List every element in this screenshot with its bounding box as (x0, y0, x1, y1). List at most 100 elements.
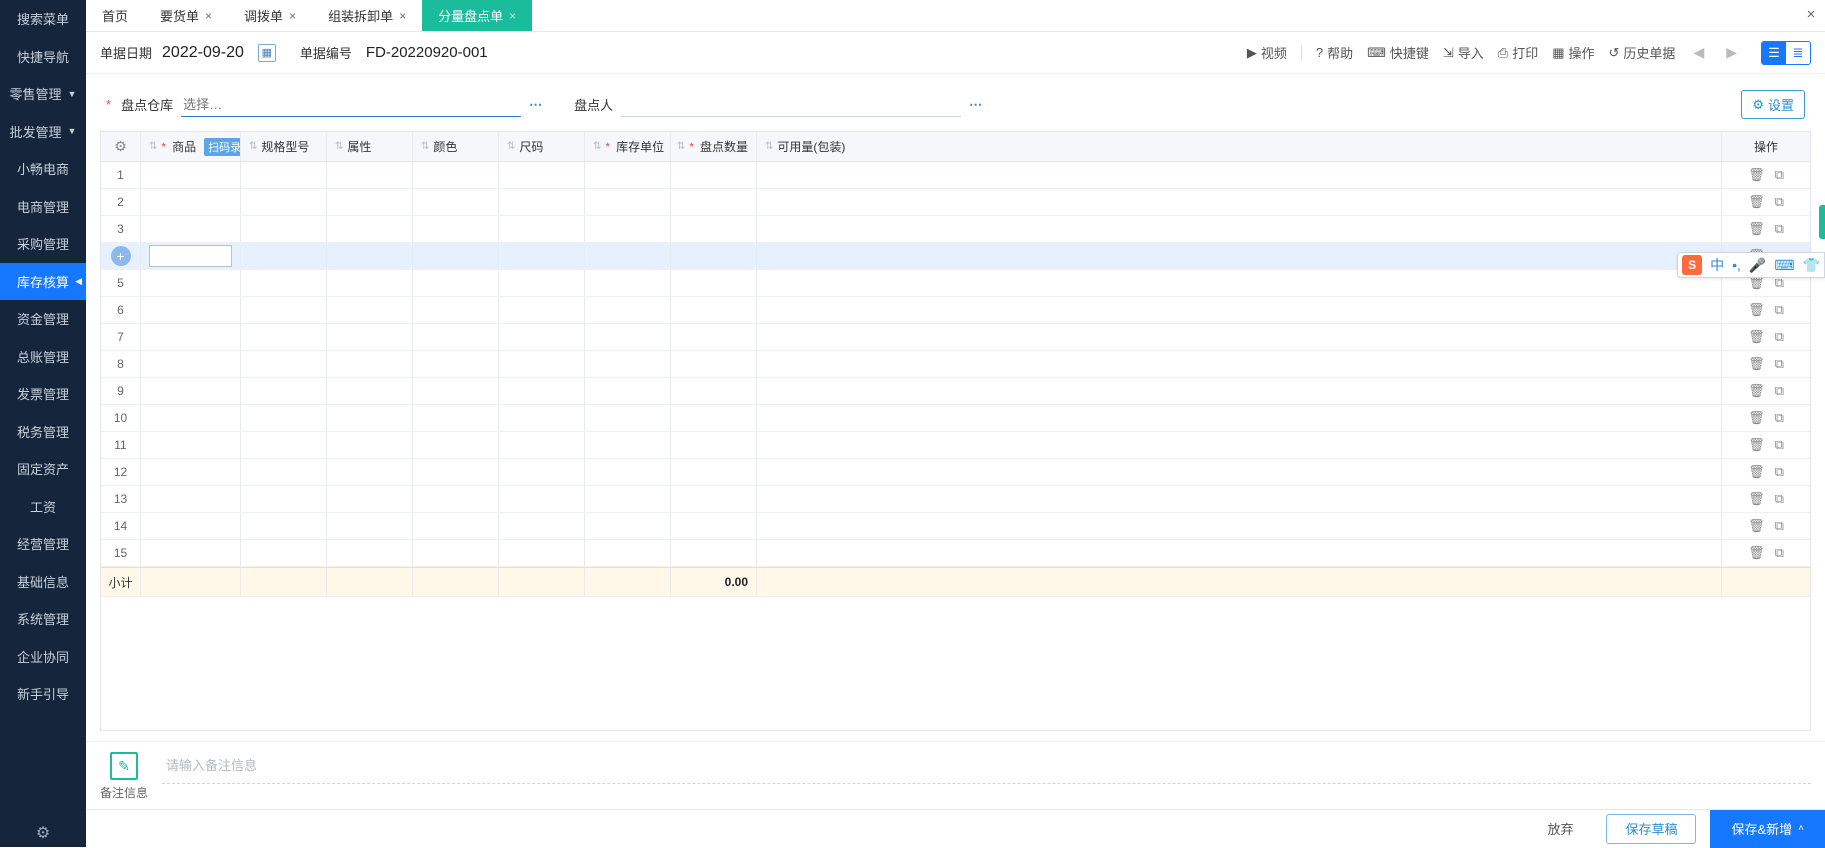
remark-input[interactable] (162, 752, 1811, 784)
ime-punct-icon[interactable]: •, (1732, 257, 1741, 273)
sidebar-item-inventory[interactable]: 库存核算 (0, 263, 86, 301)
cell-spec[interactable] (241, 351, 327, 377)
delete-row-icon[interactable]: 🗑 (1748, 356, 1765, 372)
cell-product[interactable] (141, 189, 241, 215)
cell-spec[interactable] (241, 216, 327, 242)
cell-qty[interactable] (671, 540, 757, 566)
delete-row-icon[interactable]: 🗑 (1748, 545, 1765, 561)
cell-attr[interactable] (327, 351, 413, 377)
sidebar-item-quicknav[interactable]: 快捷导航 (0, 38, 86, 76)
cell-unit[interactable] (585, 513, 671, 539)
cell-avail[interactable] (757, 216, 1722, 242)
sidebar-item-salary[interactable]: 工资 (0, 488, 86, 526)
cell-size[interactable] (499, 432, 585, 458)
cell-size[interactable] (499, 270, 585, 296)
sidebar-item-business[interactable]: 经营管理 (0, 525, 86, 563)
tab-request[interactable]: 要货单× (144, 0, 228, 31)
cell-color[interactable] (413, 432, 499, 458)
tool-help[interactable]: ?帮助 (1316, 43, 1353, 62)
copy-row-icon[interactable]: ⧉ (1775, 545, 1784, 561)
sidebar-item-system[interactable]: 系统管理 (0, 600, 86, 638)
cell-size[interactable] (499, 405, 585, 431)
cell-product[interactable] (141, 432, 241, 458)
cell-avail[interactable] (757, 432, 1722, 458)
sidebar-item-funds[interactable]: 资金管理 (0, 300, 86, 338)
cell-color[interactable] (413, 513, 499, 539)
cell-size[interactable] (499, 513, 585, 539)
cell-attr[interactable] (327, 432, 413, 458)
copy-row-icon[interactable]: ⧉ (1775, 491, 1784, 507)
cell-unit[interactable] (585, 405, 671, 431)
cell-avail[interactable] (757, 162, 1722, 188)
doc-date-value[interactable]: 2022-09-20 (162, 44, 244, 62)
cell-unit[interactable] (585, 540, 671, 566)
cell-attr[interactable] (327, 405, 413, 431)
cell-avail[interactable] (757, 513, 1722, 539)
sidebar-item-ledger[interactable]: 总账管理 (0, 338, 86, 376)
table-row[interactable]: 8🗑⧉ (101, 351, 1810, 378)
cell-size[interactable] (499, 459, 585, 485)
table-row[interactable]: 10🗑⧉ (101, 405, 1810, 432)
cell-color[interactable] (413, 459, 499, 485)
prev-doc-icon[interactable]: ◀ (1689, 44, 1708, 61)
add-row-icon[interactable]: + (111, 246, 131, 266)
cell-spec[interactable] (241, 324, 327, 350)
cell-avail[interactable] (757, 378, 1722, 404)
cell-unit[interactable] (585, 243, 671, 269)
sidebar-item-assets[interactable]: 固定资产 (0, 450, 86, 488)
copy-row-icon[interactable]: ⧉ (1775, 410, 1784, 426)
cell-size[interactable] (499, 216, 585, 242)
cell-size[interactable] (499, 351, 585, 377)
copy-row-icon[interactable]: ⧉ (1775, 221, 1784, 237)
cell-size[interactable] (499, 297, 585, 323)
cell-size[interactable] (499, 378, 585, 404)
copy-row-icon[interactable]: ⧉ (1775, 302, 1784, 318)
delete-row-icon[interactable]: 🗑 (1748, 518, 1765, 534)
cell-unit[interactable] (585, 270, 671, 296)
cell-color[interactable] (413, 216, 499, 242)
cell-attr[interactable] (327, 540, 413, 566)
col-qty[interactable]: ⇅*盘点数量 (671, 132, 757, 161)
cell-unit[interactable] (585, 378, 671, 404)
scan-badge[interactable]: 扫码录入 (204, 138, 241, 156)
person-more-icon[interactable]: ⋯ (969, 97, 984, 113)
cell-product[interactable] (141, 459, 241, 485)
cell-product[interactable] (141, 297, 241, 323)
view-card-icon[interactable]: ≣ (1786, 42, 1810, 64)
sidebar-item-wholesale[interactable]: 批发管理▼ (0, 113, 86, 151)
cell-product[interactable] (141, 270, 241, 296)
tool-history[interactable]: ↺历史单据 (1609, 43, 1676, 62)
cell-qty[interactable] (671, 270, 757, 296)
delete-row-icon[interactable]: 🗑 (1748, 437, 1765, 453)
delete-row-icon[interactable]: 🗑 (1748, 329, 1765, 345)
cell-avail[interactable] (757, 297, 1722, 323)
close-all-tabs-icon[interactable]: × (1799, 2, 1823, 26)
cell-avail[interactable] (757, 351, 1722, 377)
cell-spec[interactable] (241, 297, 327, 323)
view-list-icon[interactable]: ☰ (1762, 42, 1786, 64)
cell-color[interactable] (413, 405, 499, 431)
copy-row-icon[interactable]: ⧉ (1775, 464, 1784, 480)
cell-product[interactable] (141, 405, 241, 431)
cell-product[interactable] (141, 162, 241, 188)
cell-qty[interactable] (671, 486, 757, 512)
cell-color[interactable] (413, 324, 499, 350)
delete-row-icon[interactable]: 🗑 (1748, 464, 1765, 480)
close-icon[interactable]: × (289, 9, 296, 23)
cell-qty[interactable] (671, 189, 757, 215)
cell-color[interactable] (413, 189, 499, 215)
sidebar-item-search[interactable]: 搜索菜单 (0, 0, 86, 38)
ime-overlay[interactable]: S 中 •, 🎤 ⌨ 👕 (1677, 252, 1825, 278)
cell-size[interactable] (499, 486, 585, 512)
cell-spec[interactable] (241, 486, 327, 512)
cell-color[interactable] (413, 378, 499, 404)
col-color[interactable]: ⇅颜色 (413, 132, 499, 161)
table-row[interactable]: 6🗑⧉ (101, 297, 1810, 324)
delete-row-icon[interactable]: 🗑 (1748, 410, 1765, 426)
cell-product[interactable] (141, 351, 241, 377)
col-product[interactable]: ⇅*商品扫码录入 (141, 132, 241, 161)
cell-color[interactable] (413, 351, 499, 377)
edge-tab[interactable] (1819, 205, 1825, 239)
col-gear[interactable]: ⚙ (101, 132, 141, 161)
cell-size[interactable] (499, 243, 585, 269)
